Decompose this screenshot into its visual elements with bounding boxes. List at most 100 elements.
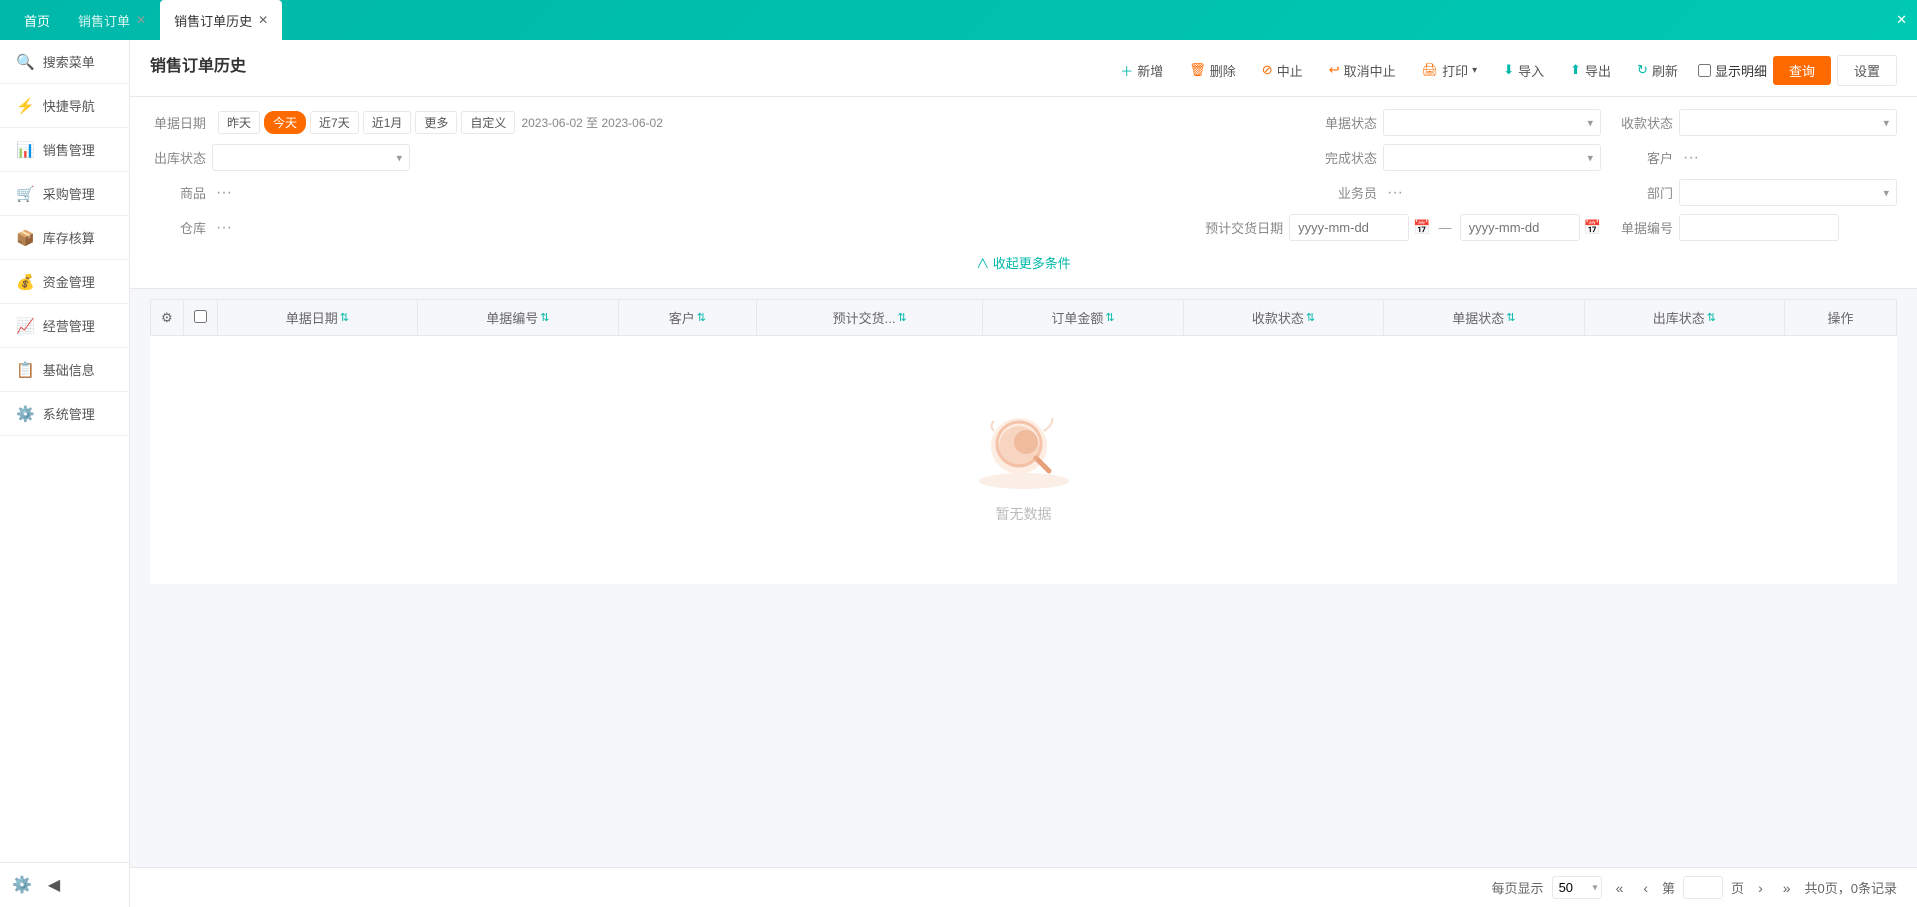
query-btn[interactable]: 查询	[1773, 56, 1831, 85]
tab-sales-order-close[interactable]: ✕	[136, 13, 146, 27]
export-icon: ⬆	[1570, 62, 1581, 78]
delivery-date-inputs: 📅 — 📅	[1289, 214, 1601, 241]
print-btn[interactable]: 🖨 打印 ▾	[1412, 57, 1488, 84]
table-settings-icon[interactable]: ⚙	[161, 310, 173, 325]
total-info: 共0页，0条记录	[1805, 878, 1897, 897]
cancel-stop-icon: ↩	[1329, 62, 1340, 78]
sidebar-item-basic-info-label: 基础信息	[43, 360, 95, 379]
order-num-input[interactable]	[1679, 214, 1839, 241]
date-btn-more[interactable]: 更多	[415, 111, 457, 134]
sidebar-settings-btn[interactable]: ⚙️	[8, 871, 36, 899]
empty-text: 暂无数据	[996, 504, 1052, 524]
new-btn[interactable]: ＋ 新增	[1110, 57, 1173, 84]
sidebar-item-sys-mgmt[interactable]: ⚙️ 系统管理	[0, 392, 129, 436]
sidebar-item-finance-label: 资金管理	[43, 272, 95, 291]
first-page-btn[interactable]: «	[1610, 877, 1630, 899]
print-label: 打印	[1442, 61, 1468, 80]
content-area: 销售订单历史 ＋ 新增 🗑 删除 ⊘ 中止 ↩	[130, 40, 1917, 907]
dept-select[interactable]	[1679, 179, 1897, 206]
sidebar-item-quick-nav[interactable]: ⚡ 快捷导航	[0, 84, 129, 128]
tab-sales-order[interactable]: 销售订单 ✕	[64, 0, 160, 40]
delete-btn[interactable]: 🗑 删除	[1179, 57, 1246, 84]
sidebar-bottom: ⚙️ ◀	[0, 862, 129, 907]
settings-btn[interactable]: 设置	[1837, 55, 1897, 86]
cancel-stop-btn[interactable]: ↩ 取消中止	[1319, 57, 1406, 84]
page-label: 第	[1662, 878, 1675, 897]
more-conditions-label: ∧ 收起更多条件	[976, 256, 1071, 271]
empty-state: 暂无数据	[151, 336, 1897, 584]
complete-select[interactable]	[1383, 144, 1601, 171]
filter-area: 单据日期 昨天 今天 近7天 近1月 更多 自定义 2023-06-02 至 2…	[130, 97, 1917, 289]
delivery-date-to[interactable]	[1460, 214, 1580, 241]
select-all-checkbox[interactable]	[194, 310, 207, 323]
tab-sales-order-history-label: 销售订单历史	[174, 11, 252, 30]
sidebar-item-basic-info[interactable]: 📋 基础信息	[0, 348, 129, 392]
show-detail-checkbox[interactable]	[1698, 64, 1711, 77]
salesman-label: 业务员	[1321, 183, 1377, 202]
date-label: 单据日期	[150, 113, 206, 132]
date-btn-last1m[interactable]: 近1月	[363, 111, 412, 134]
calendar-to-icon[interactable]: 📅	[1584, 219, 1601, 236]
th-number-sort-icon[interactable]: ⇅	[540, 311, 549, 324]
date-btn-custom[interactable]: 自定义	[461, 111, 515, 134]
export-btn[interactable]: ⬆ 导出	[1560, 57, 1621, 84]
filter-row-1: 单据日期 昨天 今天 近7天 近1月 更多 自定义 2023-06-02 至 2…	[150, 109, 1897, 136]
inventory-icon: 📦	[16, 229, 35, 247]
operation-icon: 📈	[16, 317, 35, 335]
page-unit: 页	[1731, 878, 1744, 897]
th-outbound-sort-icon[interactable]: ⇅	[1707, 311, 1716, 324]
delivery-date-from[interactable]	[1289, 214, 1409, 241]
data-table: ⚙ 单据日期 ⇅ 单据编号	[150, 299, 1897, 584]
receipt-label: 收款状态	[1617, 113, 1673, 132]
date-btn-today[interactable]: 今天	[264, 111, 306, 134]
th-receipt-sort-icon[interactable]: ⇅	[1306, 311, 1315, 324]
sidebar-item-finance[interactable]: 💰 资金管理	[0, 260, 129, 304]
sidebar: 🔍 搜索菜单 ⚡ 快捷导航 📊 销售管理 🛒 采购管理 📦 库存核算 💰 资金管…	[0, 40, 130, 907]
last-page-btn[interactable]: »	[1777, 877, 1797, 899]
date-btn-last7[interactable]: 近7天	[310, 111, 359, 134]
salesman-ellipsis-btn[interactable]: ···	[1383, 180, 1407, 206]
customer-ellipsis-btn[interactable]: ···	[1679, 145, 1703, 171]
delete-icon: 🗑	[1189, 62, 1206, 78]
sidebar-item-inventory[interactable]: 📦 库存核算	[0, 216, 129, 260]
outbound-select[interactable]	[212, 144, 410, 171]
sidebar-item-purchase-mgmt[interactable]: 🛒 采购管理	[0, 172, 129, 216]
page-number-input[interactable]: 1	[1683, 876, 1723, 899]
import-btn[interactable]: ⬇ 导入	[1493, 57, 1554, 84]
window-close-icon[interactable]: ✕	[1896, 12, 1907, 28]
more-conditions-btn[interactable]: ∧ 收起更多条件	[976, 253, 1071, 272]
th-date-sort-icon[interactable]: ⇅	[340, 311, 349, 324]
date-range-display: 2023-06-02 至 2023-06-02	[521, 114, 662, 131]
sidebar-item-search-menu[interactable]: 🔍 搜索菜单	[0, 40, 129, 84]
show-detail-wrap: 显示明细	[1698, 61, 1767, 80]
print-icon: 🖨	[1422, 62, 1439, 78]
th-amount-sort-icon[interactable]: ⇅	[1105, 311, 1114, 324]
th-doc-sort-icon[interactable]: ⇅	[1506, 311, 1515, 324]
tab-sales-order-history[interactable]: 销售订单历史 ✕	[160, 0, 282, 40]
sidebar-collapse-btn[interactable]: ◀	[44, 871, 64, 899]
refresh-btn[interactable]: ↻ 刷新	[1627, 57, 1688, 84]
tab-home[interactable]: 首页	[10, 0, 64, 40]
sidebar-item-operation[interactable]: 📈 经营管理	[0, 304, 129, 348]
product-ellipsis-btn[interactable]: ···	[212, 180, 236, 206]
th-delivery-sort-icon[interactable]: ⇅	[898, 311, 907, 324]
per-page-select[interactable]: 10 20 50 100	[1552, 876, 1602, 899]
warehouse-ellipsis-btn[interactable]: ···	[212, 215, 236, 241]
status-select[interactable]	[1383, 109, 1601, 136]
stop-icon: ⊘	[1262, 62, 1273, 78]
stop-btn[interactable]: ⊘ 中止	[1252, 57, 1313, 84]
date-btn-yesterday[interactable]: 昨天	[218, 111, 260, 134]
next-page-btn[interactable]: ›	[1752, 877, 1769, 899]
prev-page-btn[interactable]: ‹	[1637, 877, 1654, 899]
receipt-select[interactable]	[1679, 109, 1897, 136]
sidebar-item-search-menu-label: 搜索菜单	[43, 52, 95, 71]
sales-mgmt-icon: 📊	[16, 141, 35, 159]
th-customer-sort-icon[interactable]: ⇅	[697, 311, 706, 324]
th-date: 单据日期 ⇅	[217, 300, 417, 336]
calendar-from-icon[interactable]: 📅	[1413, 219, 1430, 236]
refresh-icon: ↻	[1637, 62, 1648, 78]
th-outbound-status-label: 出库状态	[1653, 308, 1705, 327]
sidebar-item-sales-mgmt[interactable]: 📊 销售管理	[0, 128, 129, 172]
tab-sales-order-history-close[interactable]: ✕	[258, 13, 268, 27]
table-container: ⚙ 单据日期 ⇅ 单据编号	[130, 289, 1917, 867]
